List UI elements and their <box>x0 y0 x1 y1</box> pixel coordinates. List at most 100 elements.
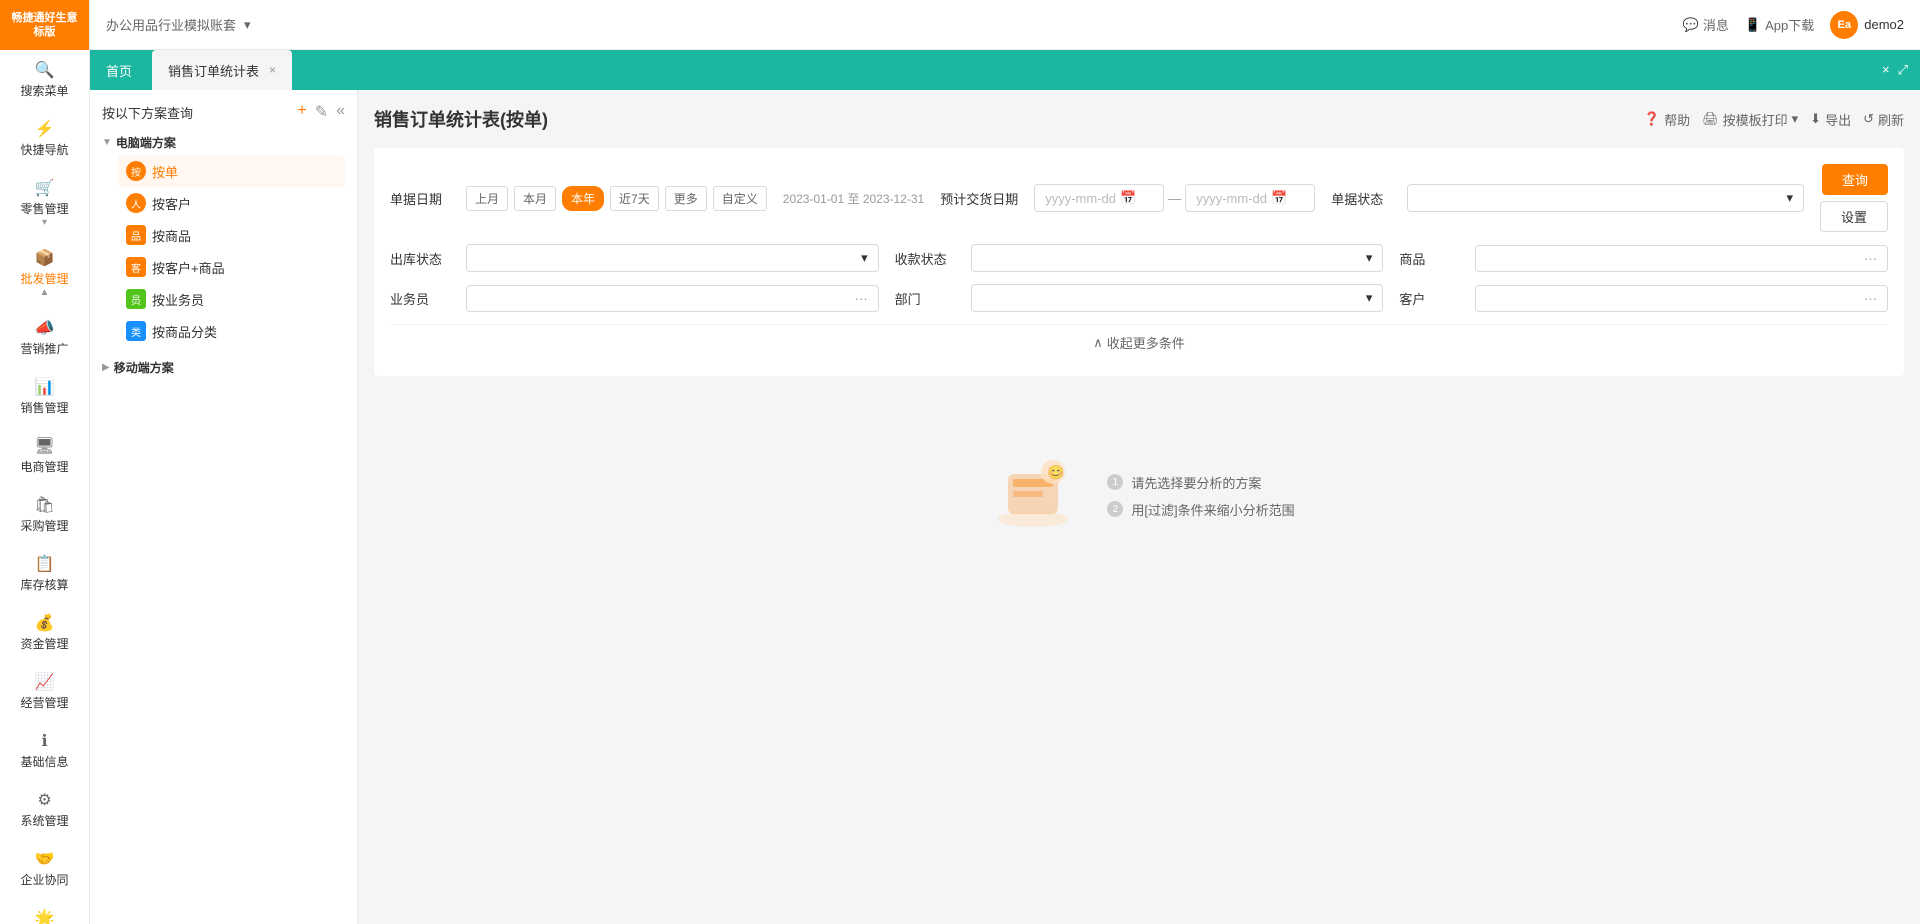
sidebar-item-wholesale[interactable]: 📦 批发管理 ▲ <box>0 238 89 308</box>
goods-dots-icon[interactable]: ··· <box>1864 251 1877 266</box>
help-btn[interactable]: ❓ 帮助 <box>1644 110 1690 129</box>
date-separator: — <box>1168 191 1181 206</box>
salesperson-dots-icon[interactable]: ··· <box>855 291 868 306</box>
export-btn[interactable]: ⬇ 导出 <box>1810 110 1851 129</box>
by-category-label: 按商品分类 <box>152 322 217 341</box>
collapse-bar[interactable]: ∧ 收起更多条件 <box>390 324 1888 360</box>
mobile-scheme-group-header[interactable]: ▶ 移动端方案 <box>102 355 345 380</box>
sidebar-item-guide[interactable]: 🌟 新手引导 <box>0 898 89 924</box>
system-icon: ⚙ <box>37 790 51 810</box>
left-panel: 按以下方案查询 + ✎ « ▼ 电脑端方案 按 按单 <box>90 90 358 924</box>
sidebar-label-sales: 销售管理 <box>20 399 68 416</box>
topbar-right: 💬 消息 📱 App下载 Ea demo2 <box>1683 11 1904 39</box>
pc-group-arrow-icon: ▼ <box>102 137 112 148</box>
status-select[interactable]: ▾ <box>1407 184 1804 212</box>
purchase-icon: 🛍 <box>34 495 54 515</box>
date-btn-this-month[interactable]: 本月 <box>514 186 556 211</box>
sidebar-item-purchase[interactable]: 🛍 采购管理 <box>0 485 89 544</box>
marketing-icon: 📣 <box>35 318 55 338</box>
tab-home[interactable]: 首页 <box>90 50 148 90</box>
scheme-item-by-category[interactable]: 类 按商品分类 <box>118 315 345 347</box>
app-download-btn[interactable]: 📱 App下载 <box>1745 15 1814 34</box>
pc-scheme-group-header[interactable]: ▼ 电脑端方案 <box>102 130 345 155</box>
app-download-icon: 📱 <box>1745 17 1761 33</box>
help-label: 帮助 <box>1664 110 1690 129</box>
sidebar-item-ecommerce[interactable]: 🖥 电商管理 <box>0 426 89 485</box>
retail-arrow-icon: ▾ <box>42 217 47 228</box>
settings-button[interactable]: 设置 <box>1820 201 1888 232</box>
department-select[interactable]: ▾ <box>971 284 1384 312</box>
date-btn-7days[interactable]: 近7天 <box>610 186 659 211</box>
empty-tip-1: 1 请先选择要分析的方案 <box>1107 473 1294 492</box>
logo-text: 畅捷通好生意 <box>12 11 78 25</box>
scheme-item-by-order[interactable]: 按 按单 <box>118 155 345 187</box>
page-header: 销售订单统计表(按单) ❓ 帮助 🖨 按模板打印 ▾ ⬇ 导出 <box>374 106 1904 132</box>
edit-scheme-icon[interactable]: ✎ <box>315 102 328 122</box>
sidebar-item-finance[interactable]: 💰 资金管理 <box>0 603 89 662</box>
receipt-arrow: ▾ <box>1366 250 1373 266</box>
date-btn-custom[interactable]: 自定义 <box>713 186 767 211</box>
quick-nav-icon: ⚡ <box>35 119 55 139</box>
date-btn-last-month[interactable]: 上月 <box>466 186 508 211</box>
sidebar-item-quick-nav[interactable]: ⚡ 快捷导航 <box>0 109 89 168</box>
enterprise-icon: 🤝 <box>35 849 55 869</box>
customer-dots-icon[interactable]: ··· <box>1864 291 1877 306</box>
query-button[interactable]: 查询 <box>1822 164 1888 195</box>
expected-date-end[interactable]: yyyy-mm-dd 📅 <box>1185 184 1315 212</box>
goods-label: 商品 <box>1399 249 1459 268</box>
scheme-item-by-customer-goods[interactable]: 客 按客户+商品 <box>118 251 345 283</box>
tip-num-2: 2 <box>1107 501 1123 517</box>
sidebar-item-enterprise[interactable]: 🤝 企业协同 <box>0 839 89 898</box>
message-btn[interactable]: 💬 消息 <box>1683 15 1729 34</box>
tab-close-icon[interactable]: × <box>269 63 276 77</box>
sidebar-item-inventory[interactable]: 📋 库存核算 <box>0 544 89 603</box>
scheme-item-by-customer[interactable]: 人 按客户 <box>118 187 345 219</box>
maximize-window-icon[interactable]: ⤢ <box>1898 62 1908 78</box>
collapse-panel-icon[interactable]: « <box>336 102 345 122</box>
wholesale-icon: 📦 <box>35 248 55 268</box>
sidebar-item-marketing[interactable]: 📣 营销推广 <box>0 308 89 367</box>
sidebar-item-system[interactable]: ⚙ 系统管理 <box>0 780 89 839</box>
sidebar-label-ecommerce: 电商管理 <box>20 458 68 475</box>
print-btn[interactable]: 🖨 按模板打印 ▾ <box>1702 110 1798 129</box>
date-btn-this-year[interactable]: 本年 <box>562 186 604 211</box>
topbar-dropdown-icon[interactable]: ▾ <box>244 17 251 33</box>
sidebar-item-retail[interactable]: 🛒 零售管理 ▾ <box>0 168 89 238</box>
expected-date-start[interactable]: yyyy-mm-dd 📅 <box>1034 184 1164 212</box>
receipt-label: 收款状态 <box>895 249 955 268</box>
tab-sales-order[interactable]: 销售订单统计表 × <box>152 50 292 90</box>
empty-state: 😊 1 请先选择要分析的方案 2 用[过滤]条件来缩小分析范围 <box>374 384 1904 607</box>
goods-select[interactable]: ··· <box>1475 245 1888 272</box>
receipt-select[interactable]: ▾ <box>971 244 1384 272</box>
scheme-item-by-goods[interactable]: 品 按商品 <box>118 219 345 251</box>
by-order-icon: 按 <box>126 161 146 181</box>
refresh-btn[interactable]: ↺ 刷新 <box>1863 110 1904 129</box>
calendar-icon-2: 📅 <box>1271 190 1287 206</box>
close-window-icon[interactable]: × <box>1882 62 1890 78</box>
pc-group-label: 电脑端方案 <box>116 134 176 151</box>
customer-select[interactable]: ··· <box>1475 285 1888 312</box>
add-scheme-icon[interactable]: + <box>297 102 306 122</box>
sidebar-label-marketing: 营销推广 <box>20 340 68 357</box>
salesperson-select[interactable]: ··· <box>466 285 879 312</box>
guide-icon: 🌟 <box>35 908 55 924</box>
user-menu[interactable]: Ea demo2 <box>1830 11 1904 39</box>
svg-text:😊: 😊 <box>1047 464 1064 480</box>
date-filter-label: 单据日期 <box>390 189 450 208</box>
sales-order-tab-label: 销售订单统计表 <box>168 61 259 80</box>
date-buttons-group: 上月 本月 本年 近7天 更多 自定义 <box>466 186 767 211</box>
sidebar-label-wholesale: 批发管理 <box>20 270 68 287</box>
date-btn-more[interactable]: 更多 <box>665 186 707 211</box>
sidebar-item-operations[interactable]: 📈 经营管理 <box>0 662 89 721</box>
app-download-label: App下载 <box>1765 15 1814 34</box>
shipment-label: 出库状态 <box>390 249 450 268</box>
shipment-select[interactable]: ▾ <box>466 244 879 272</box>
sidebar-item-search[interactable]: 🔍 搜索菜单 <box>0 50 89 109</box>
scheme-item-by-salesperson[interactable]: 员 按业务员 <box>118 283 345 315</box>
by-salesperson-label: 按业务员 <box>152 290 204 309</box>
finance-icon: 💰 <box>35 613 55 633</box>
topbar-left: 办公用品行业模拟账套 ▾ <box>106 15 251 34</box>
sidebar-item-basic-info[interactable]: ℹ 基础信息 <box>0 721 89 780</box>
sidebar-item-sales[interactable]: 📊 销售管理 <box>0 367 89 426</box>
sidebar-label-operations: 经营管理 <box>20 694 68 711</box>
